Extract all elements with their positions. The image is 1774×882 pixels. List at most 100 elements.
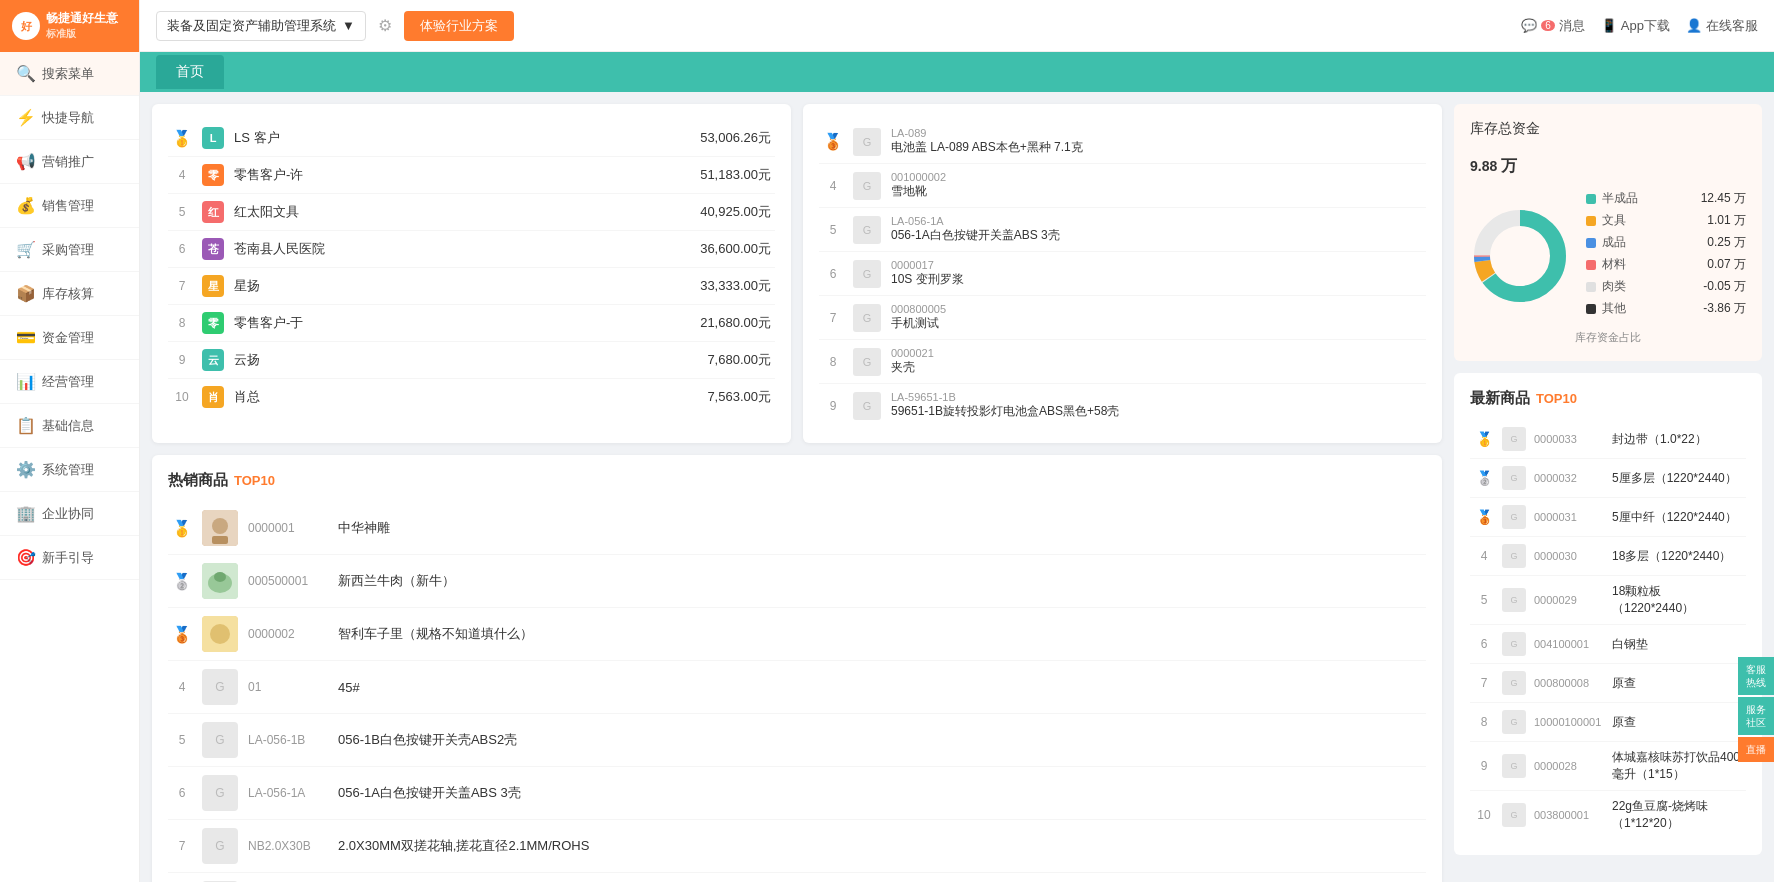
broadcast-button[interactable]: 直播 — [1738, 737, 1774, 762]
table-row: 10 肖 肖总 7,563.00元 — [168, 379, 775, 415]
sidebar-item-label: 资金管理 — [42, 329, 94, 347]
product-thumb: G — [853, 172, 881, 200]
donut-chart — [1470, 206, 1570, 306]
sidebar-item-sales[interactable]: 💰 销售管理 — [0, 184, 139, 228]
product-name: 封边带（1.0*22） — [1612, 431, 1742, 448]
tab-home[interactable]: 首页 — [156, 55, 224, 89]
top10-badge: TOP10 — [1536, 391, 1577, 406]
customer-name: 零售客户-于 — [234, 314, 690, 332]
product-name: 10S 变刑罗浆 — [891, 271, 1422, 288]
product-thumb: G — [853, 216, 881, 244]
donut-svg — [1470, 206, 1570, 306]
product-name: 5厘多层（1220*2440） — [1612, 470, 1742, 487]
customer-service-button[interactable]: 客服热线 — [1738, 657, 1774, 695]
app-download[interactable]: 📱 App下载 — [1601, 17, 1670, 35]
product-code: 0000002 — [248, 627, 328, 641]
message-badge[interactable]: 💬 6 消息 — [1521, 17, 1585, 35]
inventory-amount-row: 9.88 万 — [1470, 146, 1746, 178]
product-thumb: G — [1502, 427, 1526, 451]
product-code: 000800005 — [891, 303, 1422, 315]
goods-ranking-card: 🥉 G LA-089 电池盖 LA-089 ABS本色+黑种 7.1克 4 G — [803, 104, 1442, 443]
sidebar-item-label: 企业协同 — [42, 505, 94, 523]
product-name: 智利车子里（规格不知道填什么） — [338, 625, 1422, 643]
product-code: 0000028 — [1534, 760, 1604, 772]
sales-icon: 💰 — [16, 196, 34, 215]
customer-amount: 40,925.00元 — [700, 203, 771, 221]
product-code: 000800008 — [1534, 677, 1604, 689]
sys-select[interactable]: 装备及固定资产辅助管理系统 ▼ — [156, 11, 366, 41]
sidebar-item-operation[interactable]: 📊 经营管理 — [0, 360, 139, 404]
product-name: 雪地靴 — [891, 183, 1422, 200]
legend-value: 0.25 万 — [1707, 234, 1746, 251]
table-row: 8 G 0000021 夹壳 — [819, 340, 1426, 384]
product-thumb — [202, 616, 238, 652]
legend-dot — [1586, 194, 1596, 204]
product-thumb: G — [202, 775, 238, 811]
product-name: 59651-1B旋转投影灯电池盒ABS黑色+58壳 — [891, 403, 1422, 420]
sidebar-item-basic[interactable]: 📋 基础信息 — [0, 404, 139, 448]
customer-name: 云扬 — [234, 351, 697, 369]
product-thumb: G — [1502, 544, 1526, 568]
legend-dot — [1586, 260, 1596, 270]
online-service[interactable]: 👤 在线客服 — [1686, 17, 1758, 35]
system-icon: ⚙️ — [16, 460, 34, 479]
community-button[interactable]: 服务社区 — [1738, 697, 1774, 735]
hot-products-card: 热销商品 TOP10 🥇 0000001 中华神雕 🥈 — [152, 455, 1442, 882]
product-thumb — [202, 563, 238, 599]
inventory-card: 库存总资金 9.88 万 — [1454, 104, 1762, 361]
product-code: 0000017 — [891, 259, 1422, 271]
legend-value: -0.05 万 — [1703, 278, 1746, 295]
product-thumb: G — [853, 260, 881, 288]
inventory-icon: 📦 — [16, 284, 34, 303]
settings-icon[interactable]: ⚙ — [378, 16, 392, 35]
product-thumb: G — [1502, 710, 1526, 734]
sidebar-item-inventory[interactable]: 📦 库存核算 — [0, 272, 139, 316]
sidebar-item-quicknav[interactable]: ⚡ 快捷导航 — [0, 96, 139, 140]
svg-point-5 — [214, 572, 226, 582]
dropdown-icon: ▼ — [342, 18, 355, 33]
legend-label: 半成品 — [1602, 190, 1695, 207]
product-name: 白钢垫 — [1612, 636, 1742, 653]
sidebar-item-corporate[interactable]: 🏢 企业协同 — [0, 492, 139, 536]
medal-bronze-icon: 🥉 — [1474, 509, 1494, 525]
corporate-icon: 🏢 — [16, 504, 34, 523]
list-item: 5 G 0000029 18颗粒板（1220*2440） — [1470, 576, 1746, 625]
message-label: 消息 — [1559, 17, 1585, 35]
trial-button[interactable]: 体验行业方案 — [404, 11, 514, 41]
customer-amount: 36,600.00元 — [700, 240, 771, 258]
rank-number: 6 — [823, 267, 843, 281]
list-item: 🥇 G 0000033 封边带（1.0*22） — [1470, 420, 1746, 459]
medal-gold-icon: 🥇 — [1474, 431, 1494, 447]
legend-label: 其他 — [1602, 300, 1697, 317]
right-panel: 库存总资金 9.88 万 — [1454, 92, 1774, 882]
sidebar-item-system[interactable]: ⚙️ 系统管理 — [0, 448, 139, 492]
table-row: 🥇 L LS 客户 53,006.26元 — [168, 120, 775, 157]
legend-item: 材料 0.07 万 — [1586, 256, 1746, 273]
customer-badge: 苍 — [202, 238, 224, 260]
sidebar-item-marketing[interactable]: 📢 营销推广 — [0, 140, 139, 184]
product-thumb: G — [202, 722, 238, 758]
product-code: LA-056-1A — [891, 215, 1422, 227]
topbar-right: 💬 6 消息 📱 App下载 👤 在线客服 — [1521, 17, 1758, 35]
service-label: 客服热线 — [1746, 664, 1766, 688]
customer-amount: 51,183.00元 — [700, 166, 771, 184]
sidebar-item-label: 搜索菜单 — [42, 65, 94, 83]
sidebar-item-search[interactable]: 🔍 搜索菜单 — [0, 52, 139, 96]
sidebar-item-purchase[interactable]: 🛒 采购管理 — [0, 228, 139, 272]
product-code: LA-089 — [891, 127, 1422, 139]
product-code: 10000100001 — [1534, 716, 1604, 728]
list-item: 🥇 0000001 中华神雕 — [168, 502, 1426, 555]
product-code: 0000031 — [1534, 511, 1604, 523]
badge-count: 6 — [1541, 20, 1555, 31]
service-icon: 👤 — [1686, 18, 1702, 33]
sidebar-item-label: 采购管理 — [42, 241, 94, 259]
customer-badge: 星 — [202, 275, 224, 297]
sidebar-item-guide[interactable]: 🎯 新手引导 — [0, 536, 139, 580]
table-row: 7 星 星扬 33,333.00元 — [168, 268, 775, 305]
medal-bronze-icon: 🥉 — [823, 132, 843, 151]
sidebar-item-finance[interactable]: 💳 资金管理 — [0, 316, 139, 360]
rank-number: 10 — [1474, 808, 1494, 822]
product-thumb: G — [853, 348, 881, 376]
broadcast-label: 直播 — [1746, 744, 1766, 755]
inventory-title: 库存总资金 — [1470, 120, 1746, 138]
